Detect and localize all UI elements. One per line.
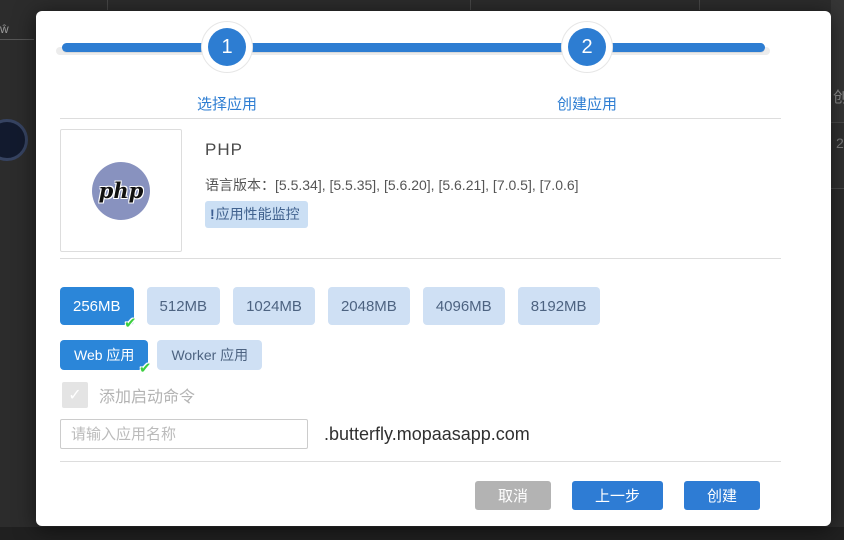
apm-badge: ! 应用性能监控 <box>205 201 308 228</box>
cancel-button[interactable]: 取消 <box>475 481 552 510</box>
startup-command-label: 添加启动命令 <box>99 389 196 406</box>
app-type-options-row: Web 应用 ✔ Worker 应用 <box>60 340 263 377</box>
app-type-option-label: Worker 应用 <box>171 347 249 363</box>
selected-check-icon: ✔ <box>123 315 137 332</box>
backdrop-column-line <box>470 0 471 10</box>
selected-app-card: php <box>60 129 182 252</box>
memory-option-2048mb[interactable]: 2048MB <box>327 287 410 325</box>
step-2-indicator: 2 <box>561 21 613 73</box>
backdrop-bottom-strip <box>0 527 844 540</box>
php-logo-icon: php <box>92 161 150 220</box>
backdrop-text-fragment: ŵ <box>0 22 34 40</box>
step-1-label: 选择应用 <box>196 96 257 113</box>
footer-divider <box>60 461 781 462</box>
selected-check-icon: ✔ <box>138 360 152 377</box>
app-name-title: PHP <box>205 140 243 159</box>
previous-step-button[interactable]: 上一步 <box>572 481 664 510</box>
app-name-row: .butterfly.mopaasapp.com <box>60 419 530 449</box>
memory-option-256mb[interactable]: 256MB ✔ <box>60 287 137 332</box>
backdrop-right-strip: 2 <box>831 123 844 188</box>
app-type-option-web[interactable]: Web 应用 ✔ <box>60 340 151 377</box>
section-divider <box>60 258 781 259</box>
app-language-versions: 语言版本：[5.5.34], [5.5.35], [5.6.20], [5.6.… <box>205 177 579 193</box>
memory-option-label: 256MB <box>73 297 121 315</box>
startup-command-checkbox[interactable]: ✓ <box>62 382 88 408</box>
backdrop-text-fragment: 创 <box>833 89 844 106</box>
stepper-progress-bar <box>62 43 765 52</box>
startup-command-row: ✓ 添加启动命令 <box>62 382 195 408</box>
step-1-indicator: 1 <box>201 21 253 73</box>
app-type-option-worker[interactable]: Worker 应用 <box>157 340 263 370</box>
backdrop-column-line <box>699 0 700 10</box>
step-2-circle[interactable]: 2 <box>568 28 606 66</box>
section-divider <box>60 118 781 119</box>
app-name-input[interactable] <box>60 419 308 449</box>
memory-option-label: 1024MB <box>246 297 302 315</box>
backdrop-right-strip: 创 <box>831 0 844 122</box>
domain-suffix: .butterfly.mopaasapp.com <box>324 423 530 444</box>
alert-icon: ! <box>210 206 215 222</box>
memory-option-4096mb[interactable]: 4096MB <box>422 287 505 325</box>
backdrop-column-line <box>107 0 108 10</box>
memory-option-label: 2048MB <box>340 297 397 315</box>
memory-option-1024mb[interactable]: 1024MB <box>233 287 315 325</box>
backdrop-row-line <box>831 188 844 189</box>
app-type-option-label: Web 应用 <box>74 347 135 363</box>
backdrop-logo-circle <box>0 119 28 161</box>
step-1-circle[interactable]: 1 <box>208 28 246 66</box>
create-app-dialog: 1 2 选择应用 创建应用 php PHP 语言版本：[5.5.34], [5.… <box>36 11 831 526</box>
memory-option-512mb[interactable]: 512MB <box>146 287 221 325</box>
create-button[interactable]: 创建 <box>684 481 761 510</box>
memory-option-label: 8192MB <box>530 297 587 315</box>
memory-option-8192mb[interactable]: 8192MB <box>517 287 600 325</box>
apm-badge-label: 应用性能监控 <box>215 206 300 222</box>
memory-option-label: 512MB <box>159 297 208 315</box>
step-2-label: 创建应用 <box>556 96 617 113</box>
memory-options-row: 256MB ✔ 512MB 1024MB 2048MB 4096MB 8192M… <box>60 287 600 332</box>
memory-option-label: 4096MB <box>435 297 492 315</box>
backdrop-text-fragment: 2 <box>836 135 844 151</box>
dialog-footer: 取消 上一步 创建 <box>475 481 761 510</box>
